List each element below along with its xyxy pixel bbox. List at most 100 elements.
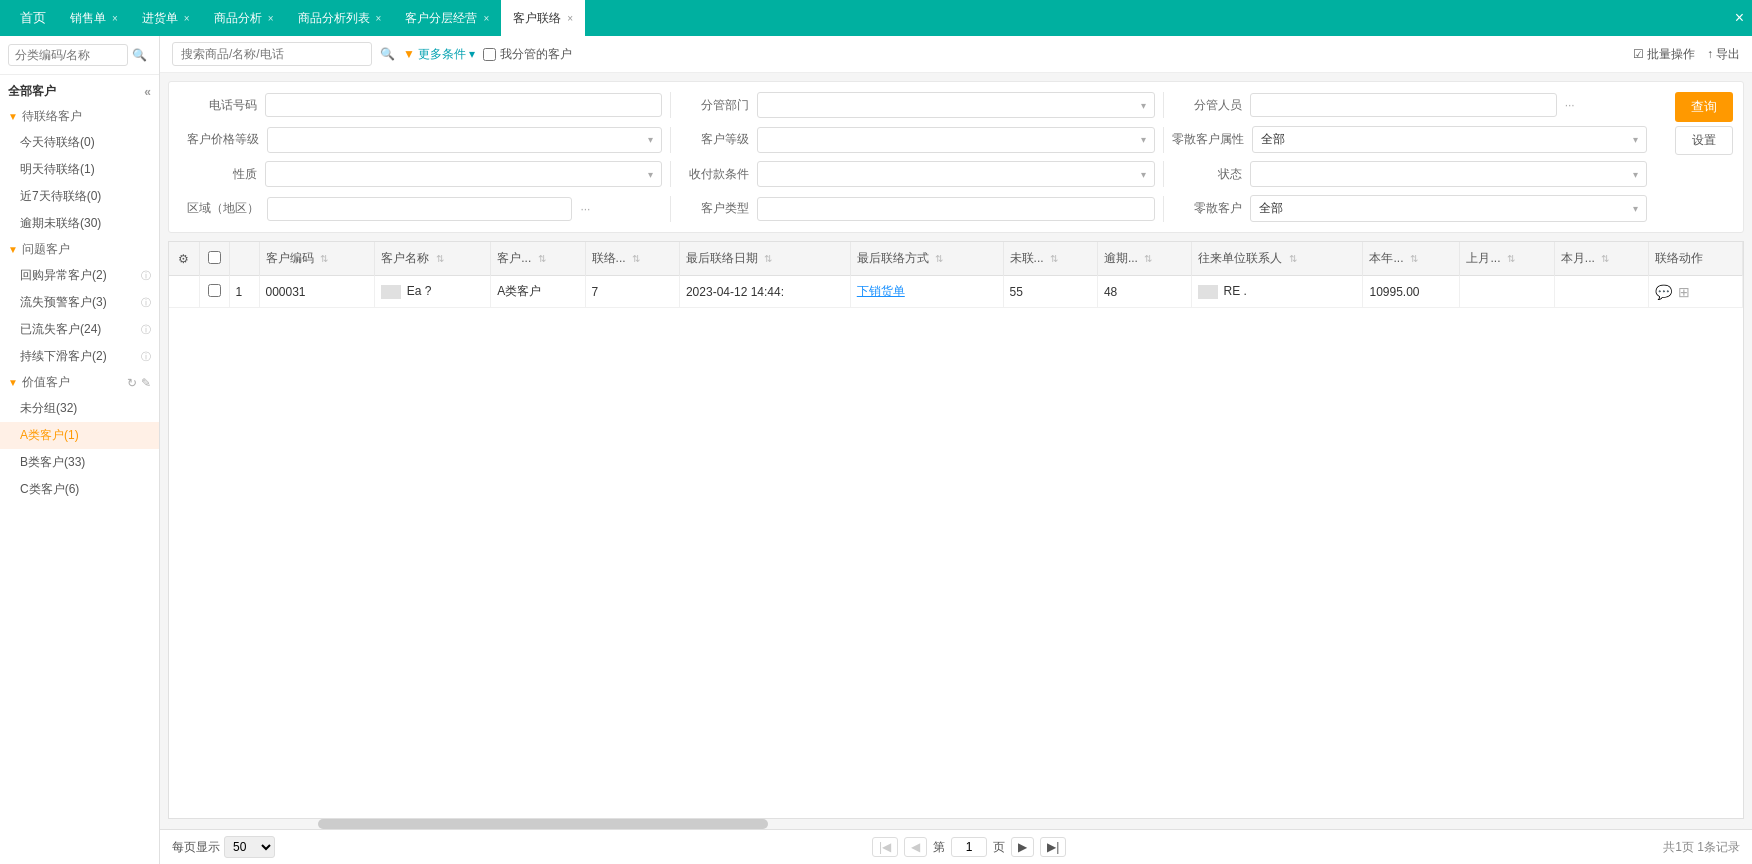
filter-person-more-icon[interactable]: ··· [1565,98,1575,112]
col-checkbox[interactable] [199,242,229,276]
row-customer-code[interactable]: 000031 [259,276,375,308]
sidebar-collapse-icon[interactable]: « [144,85,151,99]
nav-tab-customer-mgmt-close[interactable]: × [483,13,489,24]
nav-tab-purchase[interactable]: 进货单 × [130,0,202,36]
nav-home[interactable]: 首页 [8,9,58,27]
row-last-contact-method[interactable]: 下销货单 [850,276,1003,308]
col-this-month[interactable]: 本月... ⇅ [1554,242,1648,276]
sidebar-item-7days[interactable]: 近7天待联络(0) [0,183,159,210]
declining-info-icon: ⓘ [141,350,151,364]
col-contact[interactable]: 联络... ⇅ [585,242,679,276]
share-icon[interactable]: ⊞ [1678,284,1690,300]
scrollbar-thumb[interactable] [318,819,768,829]
filter-select-status[interactable]: ▾ [1250,161,1647,187]
sidebar-section-pending[interactable]: ▼ 待联络客户 [0,104,159,129]
sidebar-section-value[interactable]: ▼ 价值客户 ↻ ✎ [0,370,159,395]
prev-page-btn[interactable]: ◀ [904,837,927,857]
filter-search-input[interactable] [172,42,372,66]
filter-select-dept[interactable]: ▾ [757,92,1154,118]
nav-tab-analysis-list-close[interactable]: × [376,13,382,24]
sidebar-item-today[interactable]: 今天待联络(0) [0,129,159,156]
more-conditions-btn[interactable]: ▼ 更多条件 ▾ [403,46,475,63]
sidebar-item-warning[interactable]: 流失预警客户(3) ⓘ [0,289,159,316]
problem-section-label: 问题客户 [22,241,70,258]
filter-input-region[interactable] [267,197,572,221]
page-size-select[interactable]: 10 20 50 100 [224,836,275,858]
sidebar-item-overdue[interactable]: 逾期未联络(30) [0,210,159,237]
filter-region-more-icon[interactable]: ··· [580,202,590,216]
row-customer-name[interactable]: Ea ? [375,276,491,308]
filter-select-retail-attr[interactable]: 全部 ▾ [1252,126,1647,153]
col-overdue-sort: ⇅ [1144,253,1152,264]
filter-select-retail-cust[interactable]: 全部 ▾ [1250,195,1647,222]
col-this-year[interactable]: 本年... ⇅ [1363,242,1460,276]
nav-tab-customer-contact[interactable]: 客户联络 × [501,0,585,36]
col-customer-code[interactable]: 客户编码 ⇅ [259,242,375,276]
value-section-edit-icon[interactable]: ✎ [141,376,151,390]
filter-row-1: 电话号码 分管部门 ▾ 分管人员 [179,92,1655,118]
row-action[interactable]: 💬 ⊞ [1649,276,1743,308]
filter-select-cust-level[interactable]: ▾ [757,127,1154,153]
col-customer-type[interactable]: 客户... ⇅ [491,242,585,276]
sidebar-search-area: 🔍 [0,36,159,75]
filter-input-phone[interactable] [265,93,662,117]
value-section-arrow: ▼ [8,377,18,388]
col-settings[interactable]: ⚙ [169,242,199,276]
value-section-refresh-icon[interactable]: ↻ [127,376,137,390]
export-btn[interactable]: ↑ 导出 [1707,46,1740,63]
filter-select-payment[interactable]: ▾ [757,161,1154,187]
nav-tab-purchase-close[interactable]: × [184,13,190,24]
col-no-contact[interactable]: 未联... ⇅ [1003,242,1097,276]
sidebar-item-tomorrow[interactable]: 明天待联络(1) [0,156,159,183]
row-no-contact: 55 [1003,276,1097,308]
nav-tab-analysis-close[interactable]: × [268,13,274,24]
my-customers-checkbox-area[interactable]: 我分管的客户 [483,46,572,63]
sidebar-item-c-class[interactable]: C类客户(6) [0,476,159,503]
sidebar-item-ungroups[interactable]: 未分组(32) [0,395,159,422]
nav-tab-analysis[interactable]: 商品分析 × [202,0,286,36]
last-page-btn[interactable]: ▶| [1040,837,1066,857]
window-close-button[interactable]: × [1735,9,1744,27]
horizontal-scrollbar[interactable] [168,819,1744,829]
comment-icon[interactable]: 💬 [1655,284,1672,300]
sidebar-item-a-class[interactable]: A类客户(1) [0,422,159,449]
sidebar-all-customers-label[interactable]: 全部客户 [8,83,56,100]
row-checkbox[interactable] [208,284,221,297]
col-customer-name[interactable]: 客户名称 ⇅ [375,242,491,276]
sidebar-item-b-class[interactable]: B类客户(33) [0,449,159,476]
nav-tab-customer-mgmt[interactable]: 客户分层经营 × [393,0,501,36]
sidebar-item-declining[interactable]: 持续下滑客户(2) ⓘ [0,343,159,370]
filter-input-person[interactable] [1250,93,1557,117]
sidebar-search-input[interactable] [8,44,128,66]
col-last-month[interactable]: 上月... ⇅ [1460,242,1554,276]
sidebar-item-abnormal[interactable]: 回购异常客户(2) ⓘ [0,262,159,289]
col-unit-contact[interactable]: 往来单位联系人 ⇅ [1192,242,1363,276]
next-page-btn[interactable]: ▶ [1011,837,1034,857]
sidebar-item-today-label: 今天待联络(0) [20,134,95,151]
col-last-contact-method[interactable]: 最后联络方式 ⇅ [850,242,1003,276]
col-overdue[interactable]: 逾期... ⇅ [1097,242,1191,276]
current-page-input[interactable] [951,837,987,857]
filter-select-retail-attr-value: 全部 [1261,131,1285,148]
nav-tab-analysis-list[interactable]: 商品分析列表 × [286,0,394,36]
col-unit-sort: ⇅ [1289,253,1297,264]
my-customers-checkbox[interactable] [483,48,496,61]
settings-button[interactable]: 设置 [1675,126,1733,155]
batch-op-btn[interactable]: ☑ 批量操作 [1633,46,1695,63]
filter-select-nature[interactable]: ▾ [265,161,662,187]
sidebar-item-lost[interactable]: 已流失客户(24) ⓘ [0,316,159,343]
contact-method-link[interactable]: 下销货单 [857,284,905,298]
nav-tab-sales[interactable]: 销售单 × [58,0,130,36]
filter-input-cust-type[interactable] [757,197,1154,221]
nav-tab-sales-close[interactable]: × [112,13,118,24]
query-button[interactable]: 查询 [1675,92,1733,122]
first-page-btn[interactable]: |◀ [872,837,898,857]
filter-search-icon[interactable]: 🔍 [380,47,395,61]
select-all-checkbox[interactable] [208,251,221,264]
row-checkbox-cell[interactable] [199,276,229,308]
sidebar-section-problem[interactable]: ▼ 问题客户 [0,237,159,262]
nav-tab-customer-contact-close[interactable]: × [567,13,573,24]
filter-select-price-level[interactable]: ▾ [267,127,662,153]
col-last-contact-date[interactable]: 最后联络日期 ⇅ [679,242,850,276]
sidebar-search-icon[interactable]: 🔍 [132,48,147,62]
